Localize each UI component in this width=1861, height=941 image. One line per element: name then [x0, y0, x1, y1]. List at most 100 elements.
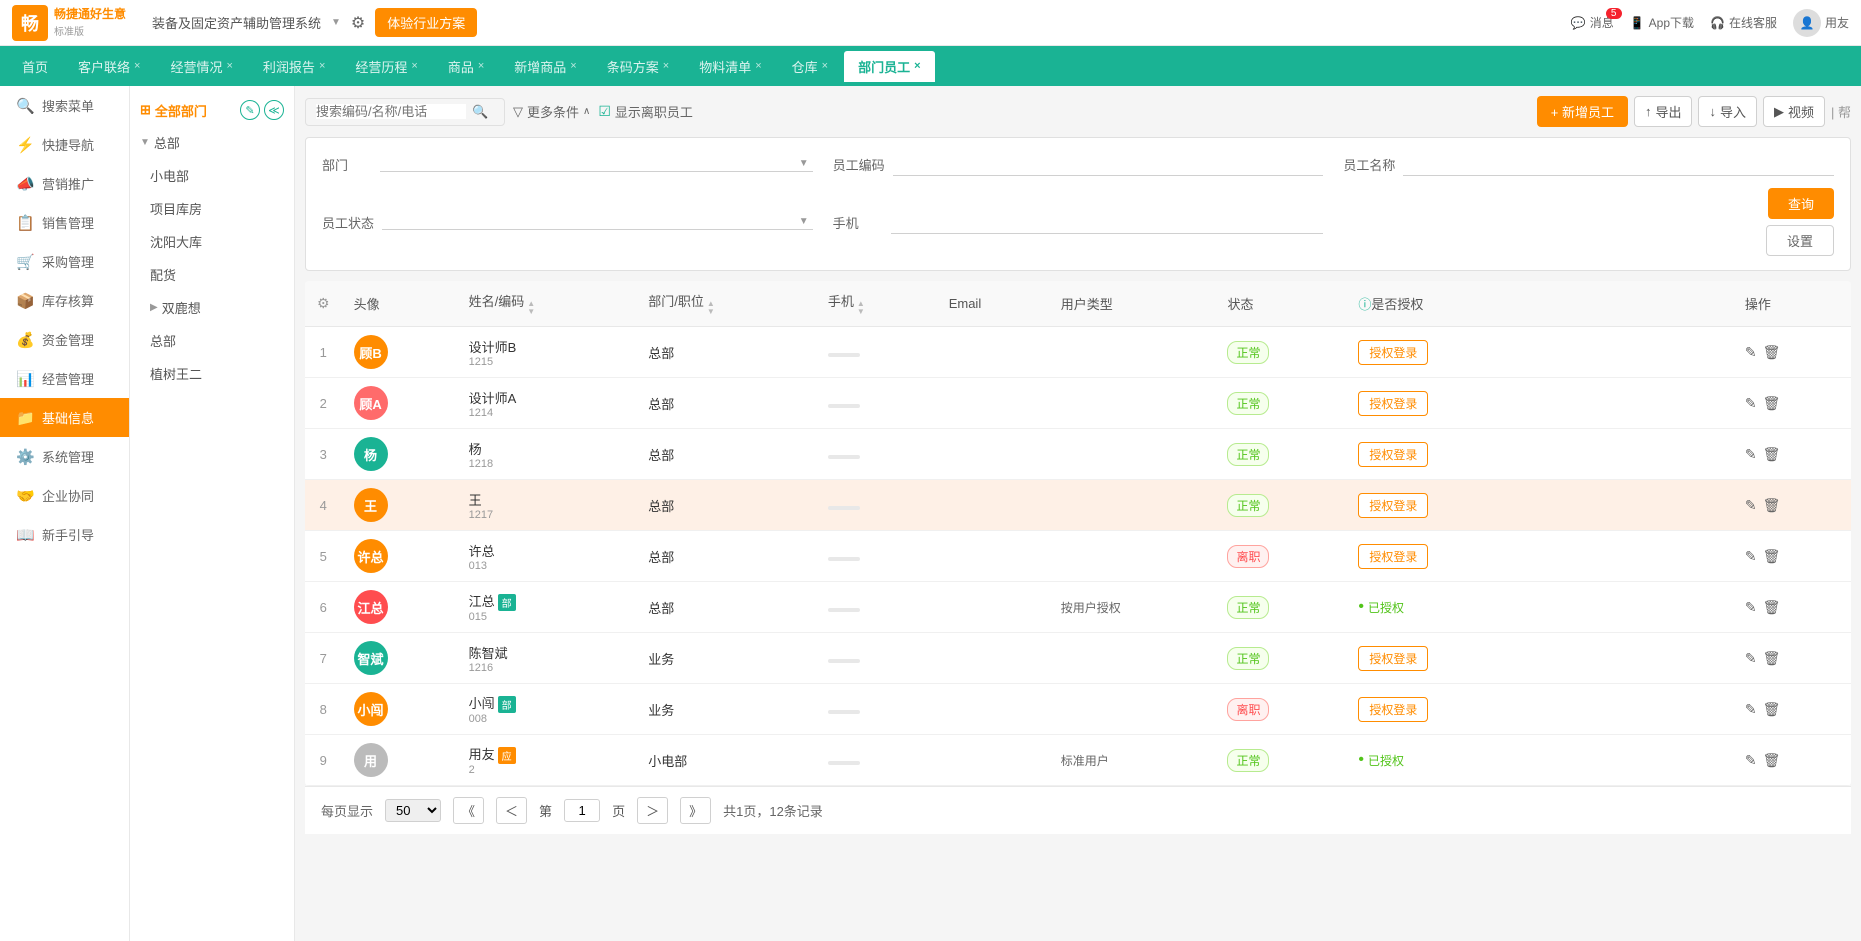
tab-customer[interactable]: 客户联络 ×	[64, 51, 154, 82]
edit-btn[interactable]: ✎	[1745, 599, 1757, 616]
tab-home[interactable]: 首页	[8, 51, 62, 82]
dept-tree-item-shuanglu[interactable]: ▶ 双鹿想	[130, 291, 294, 324]
query-button[interactable]: 查询	[1768, 188, 1834, 219]
app-download-button[interactable]: 📱 App下载	[1630, 14, 1694, 31]
delete-btn[interactable]: 🗑	[1763, 497, 1781, 514]
sidebar-item-basic[interactable]: 📁 基础信息	[0, 398, 129, 437]
auth-login-btn[interactable]: 授权登录	[1358, 493, 1428, 518]
sys-dropdown-arrow[interactable]: ▼	[331, 17, 341, 28]
empcode-input[interactable]	[893, 152, 1324, 176]
tab-operation[interactable]: 经营情况 ×	[156, 51, 246, 82]
more-conditions-btn[interactable]: ▽ 更多条件 ∧	[513, 102, 590, 121]
edit-btn[interactable]: ✎	[1745, 752, 1757, 769]
close-icon[interactable]: ×	[478, 60, 484, 72]
first-page-btn[interactable]: 《	[453, 797, 484, 824]
dept-tree-item-zhishu[interactable]: 植树王二	[130, 357, 294, 390]
edit-btn[interactable]: ✎	[1745, 497, 1757, 514]
col-settings[interactable]: ⚙	[305, 281, 342, 327]
close-icon[interactable]: ×	[226, 60, 232, 72]
delete-btn[interactable]: 🗑	[1763, 752, 1781, 769]
auth-login-btn[interactable]: 授权登录	[1358, 442, 1428, 467]
edit-btn[interactable]: ✎	[1745, 446, 1757, 463]
edit-btn[interactable]: ✎	[1745, 701, 1757, 718]
col-phone[interactable]: 手机▲▼	[816, 281, 937, 327]
close-icon[interactable]: ×	[134, 60, 140, 72]
auth-login-btn[interactable]: 授权登录	[1358, 646, 1428, 671]
delete-btn[interactable]: 🗑	[1763, 650, 1781, 667]
export-button[interactable]: ↑ 导出	[1634, 96, 1693, 127]
dept-tree-item-zongbu[interactable]: 总部	[130, 324, 294, 357]
help-btn[interactable]: | 帮	[1831, 102, 1851, 121]
dept-tree-item-head[interactable]: ▼ 总部	[130, 126, 294, 159]
auth-login-btn[interactable]: 授权登录	[1358, 544, 1428, 569]
sidebar-item-finance[interactable]: 💰 资金管理	[0, 320, 129, 359]
view-button[interactable]: ▶ 视频	[1763, 96, 1825, 127]
dept-tree-item-projectroom[interactable]: 项目库房	[130, 192, 294, 225]
tab-profit[interactable]: 利润报告 ×	[249, 51, 339, 82]
close-icon[interactable]: ×	[755, 60, 761, 72]
sidebar-item-guide[interactable]: 📖 新手引导	[0, 515, 129, 554]
auth-login-btn[interactable]: 授权登录	[1358, 391, 1428, 416]
status-select[interactable]: ▼	[382, 214, 813, 230]
dept-edit-btn[interactable]: ✎	[240, 100, 260, 120]
set-button[interactable]: 设置	[1766, 225, 1834, 256]
close-icon[interactable]: ×	[914, 60, 920, 72]
page-size-select[interactable]: 50 100	[385, 799, 441, 822]
close-icon[interactable]: ×	[319, 60, 325, 72]
sidebar-item-quicknav[interactable]: ⚡ 快捷导航	[0, 125, 129, 164]
tab-dept-staff[interactable]: 部门员工 ×	[844, 51, 934, 82]
page-number-input[interactable]	[564, 799, 600, 822]
close-icon[interactable]: ×	[663, 60, 669, 72]
tab-barcode[interactable]: 条码方案 ×	[593, 51, 683, 82]
sidebar-item-collab[interactable]: 🤝 企业协同	[0, 476, 129, 515]
search-icon-btn[interactable]: 🔍	[472, 104, 488, 120]
edit-btn[interactable]: ✎	[1745, 650, 1757, 667]
delete-btn[interactable]: 🗑	[1763, 599, 1781, 616]
phone-input[interactable]	[891, 210, 1324, 234]
search-input[interactable]	[316, 104, 466, 119]
auth-login-btn[interactable]: 授权登录	[1358, 340, 1428, 365]
empname-input[interactable]	[1403, 152, 1834, 176]
delete-btn[interactable]: 🗑	[1763, 701, 1781, 718]
import-button[interactable]: ↓ 导入	[1698, 96, 1757, 127]
dept-filter-select[interactable]: ▼	[380, 156, 813, 172]
delete-btn[interactable]: 🗑	[1763, 395, 1781, 412]
delete-btn[interactable]: 🗑	[1763, 548, 1781, 565]
experience-button[interactable]: 体验行业方案	[375, 8, 477, 37]
tab-add-goods[interactable]: 新增商品 ×	[500, 51, 590, 82]
show-resigned-toggle[interactable]: ☑ 显示离职员工	[598, 102, 693, 121]
close-icon[interactable]: ×	[570, 60, 576, 72]
sidebar-item-inventory[interactable]: 📦 库存核算	[0, 281, 129, 320]
edit-btn[interactable]: ✎	[1745, 344, 1757, 361]
gear-icon[interactable]: ⚙	[351, 13, 365, 33]
sidebar-item-sales[interactable]: 📋 销售管理	[0, 203, 129, 242]
col-name[interactable]: 姓名/编码▲▼	[457, 281, 637, 327]
last-page-btn[interactable]: 》	[680, 797, 711, 824]
add-employee-button[interactable]: + 新增员工	[1537, 96, 1628, 127]
user-menu[interactable]: 👤 用友	[1793, 9, 1849, 37]
sidebar-item-system[interactable]: ⚙️ 系统管理	[0, 437, 129, 476]
dept-tree-item-peihuo[interactable]: 配货	[130, 258, 294, 291]
tab-history[interactable]: 经营历程 ×	[341, 51, 431, 82]
close-icon[interactable]: ×	[822, 60, 828, 72]
edit-btn[interactable]: ✎	[1745, 548, 1757, 565]
close-icon[interactable]: ×	[411, 60, 417, 72]
tab-goods[interactable]: 商品 ×	[434, 51, 498, 82]
message-button[interactable]: 💬 消息 5	[1571, 14, 1614, 31]
search-menu-item[interactable]: 🔍 搜索菜单	[0, 86, 129, 125]
sidebar-item-marketing[interactable]: 📣 营销推广	[0, 164, 129, 203]
sidebar-item-purchase[interactable]: 🛒 采购管理	[0, 242, 129, 281]
auth-login-btn[interactable]: 授权登录	[1358, 697, 1428, 722]
dept-collapse-btn[interactable]: ≪	[264, 100, 284, 120]
col-dept[interactable]: 部门/职位▲▼	[636, 281, 816, 327]
tab-warehouse[interactable]: 仓库 ×	[778, 51, 842, 82]
tab-bom[interactable]: 物料清单 ×	[685, 51, 775, 82]
delete-btn[interactable]: 🗑	[1763, 344, 1781, 361]
online-service-button[interactable]: 🎧 在线客服	[1710, 14, 1777, 31]
next-page-btn[interactable]: ＞	[637, 797, 668, 824]
dept-tree-item-xiaodibu[interactable]: 小电部	[130, 159, 294, 192]
delete-btn[interactable]: 🗑	[1763, 446, 1781, 463]
dept-tree-item-shenyang[interactable]: 沈阳大库	[130, 225, 294, 258]
edit-btn[interactable]: ✎	[1745, 395, 1757, 412]
sidebar-item-business[interactable]: 📊 经营管理	[0, 359, 129, 398]
